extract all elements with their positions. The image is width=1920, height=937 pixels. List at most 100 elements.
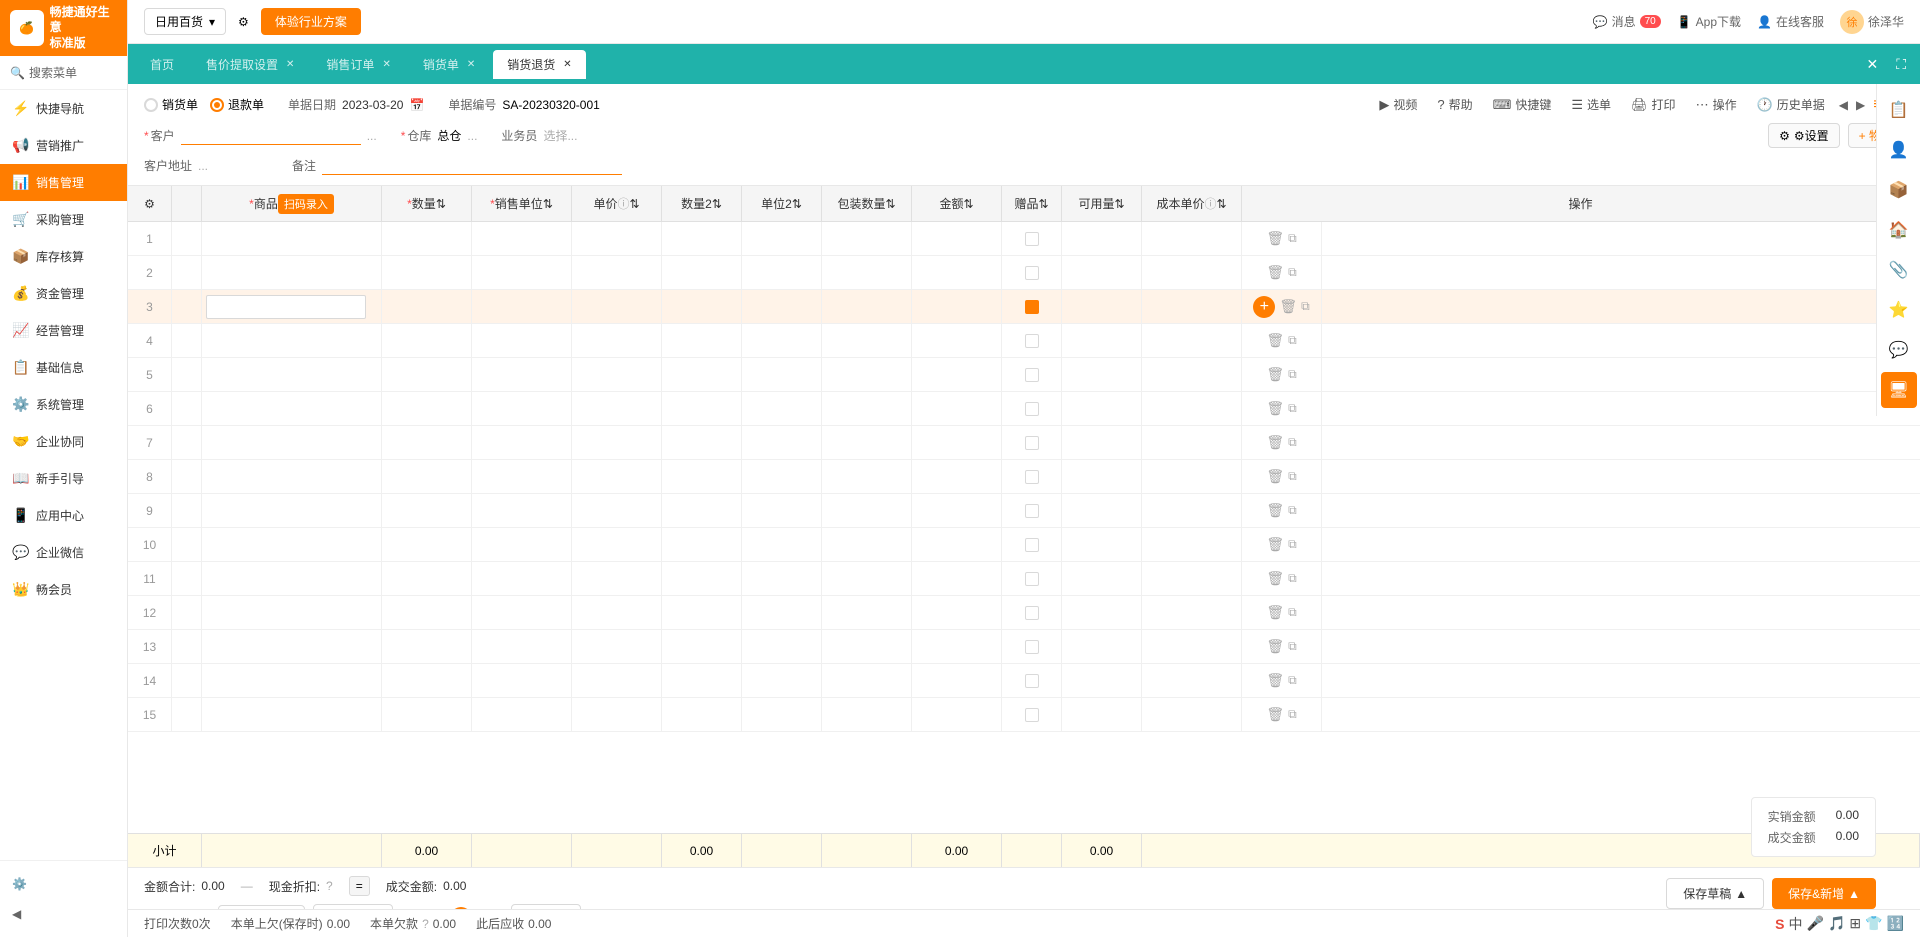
cell-unit[interactable] bbox=[472, 698, 572, 731]
cell-qty2[interactable] bbox=[662, 460, 742, 493]
cell-qty[interactable] bbox=[382, 426, 472, 459]
cell-amount[interactable] bbox=[912, 664, 1002, 697]
right-icon-4[interactable]: 🏠 bbox=[1881, 212, 1917, 248]
tab-price-setting[interactable]: 售价提取设置 ✕ bbox=[192, 50, 308, 79]
cell-available[interactable] bbox=[1062, 222, 1142, 255]
gift-checkbox[interactable] bbox=[1025, 674, 1039, 688]
cell-pkgqty[interactable] bbox=[822, 358, 912, 391]
cell-gift[interactable] bbox=[1002, 528, 1062, 561]
gift-checkbox[interactable] bbox=[1025, 708, 1039, 722]
cell-product[interactable] bbox=[202, 528, 382, 561]
cell-gift[interactable] bbox=[1002, 256, 1062, 289]
right-icon-3[interactable]: 📦 bbox=[1881, 172, 1917, 208]
cell-pkgqty[interactable] bbox=[822, 426, 912, 459]
cell-gift[interactable] bbox=[1002, 698, 1062, 731]
cell-pkgqty[interactable] bbox=[822, 392, 912, 425]
sidebar-item-purchase[interactable]: 🛒 采购管理 bbox=[0, 201, 127, 238]
cell-costprice[interactable] bbox=[1142, 630, 1242, 663]
cell-available[interactable] bbox=[1062, 426, 1142, 459]
sidebar-item-inventory[interactable]: 📦 库存核算 bbox=[0, 238, 127, 275]
gift-checkbox[interactable] bbox=[1025, 572, 1039, 586]
cell-qty[interactable] bbox=[382, 528, 472, 561]
gift-checkbox[interactable] bbox=[1025, 368, 1039, 382]
print-btn[interactable]: 🖨 打印 bbox=[1625, 94, 1682, 115]
cell-unit2[interactable] bbox=[742, 494, 822, 527]
copy-row-btn[interactable]: ⧉ bbox=[1288, 469, 1297, 484]
save-draft-btn[interactable]: 保存草稿 ▲ bbox=[1666, 878, 1764, 909]
cell-product[interactable] bbox=[202, 392, 382, 425]
cell-costprice[interactable] bbox=[1142, 460, 1242, 493]
sort-unit-icon[interactable]: ⇅ bbox=[543, 197, 553, 211]
cell-product[interactable] bbox=[202, 698, 382, 731]
nav-next-icon[interactable]: ▶ bbox=[1856, 98, 1865, 112]
cell-product[interactable] bbox=[202, 664, 382, 697]
cell-pkgqty[interactable] bbox=[822, 494, 912, 527]
delete-row-btn[interactable]: 🗑 bbox=[1266, 332, 1284, 349]
cell-price[interactable] bbox=[572, 460, 662, 493]
cell-amount[interactable] bbox=[912, 222, 1002, 255]
delete-row-btn[interactable]: 🗑 bbox=[1266, 400, 1284, 417]
cell-costprice[interactable] bbox=[1142, 596, 1242, 629]
cell-unit2[interactable] bbox=[742, 664, 822, 697]
cell-price[interactable] bbox=[572, 494, 662, 527]
experience-btn[interactable]: 体验行业方案 bbox=[261, 8, 361, 35]
date-value[interactable]: 2023-03-20 bbox=[342, 98, 403, 112]
cell-available[interactable] bbox=[1062, 392, 1142, 425]
cell-unit[interactable] bbox=[472, 528, 572, 561]
cell-amount[interactable] bbox=[912, 426, 1002, 459]
add-row-btn[interactable]: + bbox=[1253, 296, 1275, 318]
gear-col-icon[interactable]: ⚙ bbox=[144, 197, 155, 211]
cell-amount[interactable] bbox=[912, 324, 1002, 357]
select-btn[interactable]: ☰ 选单 bbox=[1565, 94, 1617, 115]
sidebar-item-app-center[interactable]: 📱 应用中心 bbox=[0, 497, 127, 534]
cell-unit2[interactable] bbox=[742, 222, 822, 255]
cell-qty[interactable] bbox=[382, 630, 472, 663]
cell-price[interactable] bbox=[572, 256, 662, 289]
right-icon-8[interactable]: 🖥 bbox=[1881, 372, 1917, 408]
cell-qty2[interactable] bbox=[662, 698, 742, 731]
copy-row-btn[interactable]: ⧉ bbox=[1288, 571, 1297, 586]
cell-amount[interactable] bbox=[912, 528, 1002, 561]
cell-gift[interactable] bbox=[1002, 562, 1062, 595]
right-icon-7[interactable]: 💬 bbox=[1881, 332, 1917, 368]
cell-unit[interactable] bbox=[472, 426, 572, 459]
copy-row-btn[interactable]: ⧉ bbox=[1288, 435, 1297, 450]
delete-row-btn[interactable]: 🗑 bbox=[1266, 536, 1284, 553]
sort-asc-icon[interactable]: ⇅ bbox=[436, 197, 446, 211]
cell-unit2[interactable] bbox=[742, 324, 822, 357]
copy-row-btn[interactable]: ⧉ bbox=[1288, 333, 1297, 348]
cell-price[interactable] bbox=[572, 358, 662, 391]
cell-gift[interactable] bbox=[1002, 324, 1062, 357]
cell-unit[interactable] bbox=[472, 358, 572, 391]
ime-icon-zh[interactable]: 中 bbox=[1789, 914, 1803, 934]
video-btn[interactable]: ▶ 视频 bbox=[1373, 94, 1423, 115]
cell-product[interactable] bbox=[202, 460, 382, 493]
cell-costprice[interactable] bbox=[1142, 324, 1242, 357]
cell-price[interactable] bbox=[572, 290, 662, 323]
cell-qty[interactable] bbox=[382, 358, 472, 391]
cell-unit[interactable] bbox=[472, 256, 572, 289]
copy-row-btn[interactable]: ⧉ bbox=[1288, 537, 1297, 552]
right-icon-2[interactable]: 👤 bbox=[1881, 132, 1917, 168]
cell-price[interactable] bbox=[572, 324, 662, 357]
cell-unit2[interactable] bbox=[742, 426, 822, 459]
gift-checkbox[interactable] bbox=[1025, 334, 1039, 348]
cell-costprice[interactable] bbox=[1142, 426, 1242, 459]
save-new-btn[interactable]: 保存&新增 ▲ bbox=[1772, 878, 1876, 909]
sidebar-search[interactable]: 🔍 搜索菜单 bbox=[0, 56, 127, 90]
cell-available[interactable] bbox=[1062, 630, 1142, 663]
tab-sales-order[interactable]: 销售订单 ✕ bbox=[312, 50, 404, 79]
cell-qty[interactable] bbox=[382, 562, 472, 595]
sidebar-item-quick-nav[interactable]: ⚡ 快捷导航 bbox=[0, 90, 127, 127]
sidebar-item-system[interactable]: ⚙️ 系统管理 bbox=[0, 386, 127, 423]
cell-costprice[interactable] bbox=[1142, 664, 1242, 697]
cell-qty2[interactable] bbox=[662, 324, 742, 357]
ime-icon-calc[interactable]: 🔢 bbox=[1887, 915, 1904, 932]
delete-row-btn[interactable]: 🗑 bbox=[1266, 502, 1284, 519]
gift-checkbox[interactable] bbox=[1025, 402, 1039, 416]
gift-checkbox[interactable] bbox=[1025, 436, 1039, 450]
sort-amount-icon[interactable]: ⇅ bbox=[963, 197, 973, 211]
industry-selector[interactable]: 日用百货 ▾ bbox=[144, 8, 226, 35]
online-service-btn[interactable]: 👤 在线客服 bbox=[1757, 13, 1824, 30]
cell-amount[interactable] bbox=[912, 562, 1002, 595]
